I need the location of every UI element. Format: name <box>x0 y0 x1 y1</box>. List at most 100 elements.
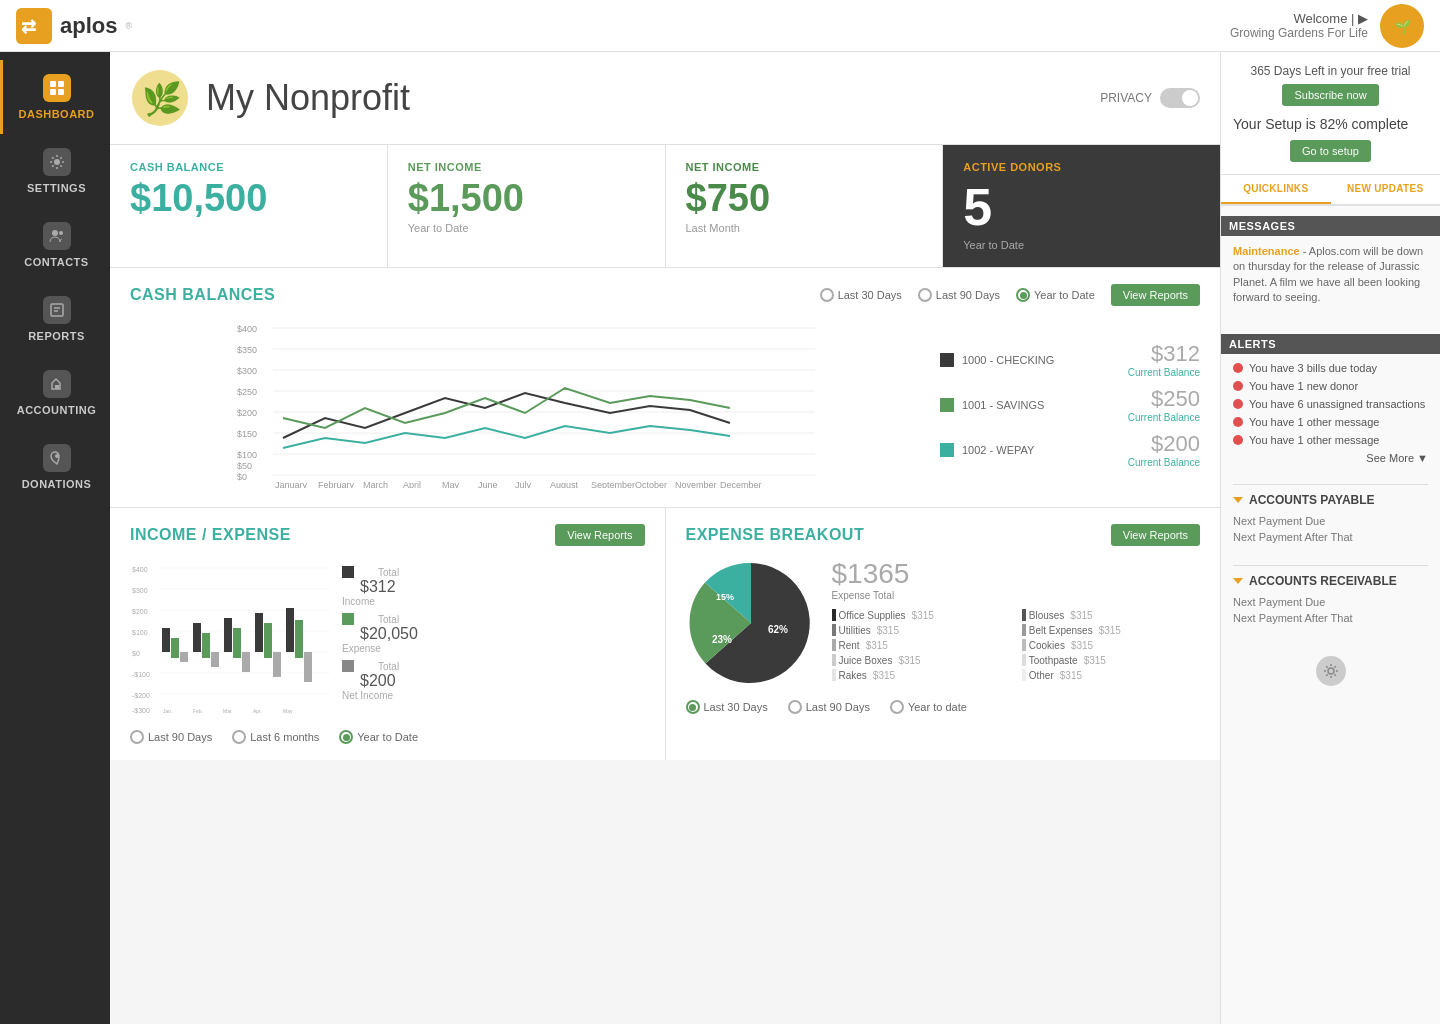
filter-last30[interactable]: Last 30 Days <box>820 288 902 302</box>
svg-text:$50: $50 <box>237 461 252 471</box>
filter-last90[interactable]: Last 90 Days <box>918 288 1000 302</box>
expense-filter-last30[interactable]: Last 30 Days <box>686 700 768 714</box>
svg-text:$300: $300 <box>132 587 148 594</box>
expense-item-6: Juice Boxes $315 <box>832 654 1010 666</box>
reports-icon <box>43 296 71 324</box>
trial-text: 365 Days Left in your free trial <box>1233 64 1428 78</box>
accounts-payable-title[interactable]: ACCOUNTS PAYABLE <box>1233 493 1428 507</box>
stat-donors-label: ACTIVE DONORS <box>963 161 1200 173</box>
sidebar-item-accounting[interactable]: ACCOUNTING <box>0 356 110 430</box>
income-radio-ytd <box>339 730 353 744</box>
message-link[interactable]: Maintenance <box>1233 245 1300 257</box>
accounts-receivable-title[interactable]: ACCOUNTS RECEIVABLE <box>1233 574 1428 588</box>
cash-balances-controls: Last 30 Days Last 90 Days Year to Date V… <box>820 284 1200 306</box>
privacy-toggle[interactable]: PRIVACY <box>1100 88 1200 108</box>
sidebar-item-dashboard[interactable]: DASHBOARD <box>0 60 110 134</box>
sidebar-reports-label: REPORTS <box>28 330 85 342</box>
expense-item-2: Utilities $315 <box>832 624 1010 636</box>
svg-rect-76 <box>304 652 312 682</box>
expense-filter-ytd[interactable]: Year to date <box>890 700 967 714</box>
see-more[interactable]: See More ▼ <box>1233 452 1428 464</box>
svg-text:May: May <box>442 480 460 488</box>
svg-text:Jan.: Jan. <box>163 708 172 714</box>
expense-details: $1365 Expense Total Office Supplies $315… <box>832 558 1201 681</box>
income-filter-last90[interactable]: Last 90 Days <box>130 730 212 744</box>
svg-text:May: May <box>283 708 293 714</box>
alert-dot-0 <box>1233 363 1243 373</box>
svg-rect-71 <box>255 613 263 652</box>
tab-row: QUICKLINKS NEW UPDATES <box>1221 175 1440 206</box>
account-checking-left: 1000 - CHECKING <box>940 353 1054 367</box>
account-wepay-left: 1002 - WEPAY <box>940 443 1034 457</box>
wepay-name: 1002 - WEPAY <box>962 444 1034 456</box>
svg-text:$100: $100 <box>237 450 257 460</box>
income-view-reports-btn[interactable]: View Reports <box>555 524 644 546</box>
filter-ytd[interactable]: Year to Date <box>1016 288 1095 302</box>
privacy-label: PRIVACY <box>1100 91 1152 105</box>
checking-balance: $312 <box>1128 341 1200 367</box>
svg-text:⇄: ⇄ <box>21 17 36 37</box>
income-filter-last6m[interactable]: Last 6 months <box>232 730 319 744</box>
sidebar-item-donations[interactable]: DONATIONS <box>0 430 110 504</box>
messages-section: MESSAGES Maintenance - Aplos.com will be… <box>1221 206 1440 324</box>
ap-next-after-row: Next Payment After That <box>1233 529 1428 545</box>
svg-point-8 <box>54 159 60 165</box>
pie-chart-svg: 62% 23% 15% <box>686 558 816 688</box>
income-header: INCOME / EXPENSE View Reports <box>130 524 645 546</box>
tab-new-updates[interactable]: NEW UPDATES <box>1331 175 1441 204</box>
go-setup-btn[interactable]: Go to setup <box>1290 140 1371 162</box>
ar-chevron-icon <box>1233 578 1243 584</box>
logo-area: ⇄ aplos ® <box>16 8 132 44</box>
sidebar-item-contacts[interactable]: CONTACTS <box>0 208 110 282</box>
svg-text:Apr.: Apr. <box>253 708 262 714</box>
svg-rect-63 <box>171 638 179 658</box>
svg-text:$400: $400 <box>237 324 257 334</box>
svg-point-85 <box>1328 668 1334 674</box>
svg-text:$0: $0 <box>132 650 140 657</box>
svg-text:$150: $150 <box>237 429 257 439</box>
svg-point-10 <box>59 231 63 235</box>
cash-chart-area: $400 $350 $300 $250 $200 $150 $100 $50 $… <box>130 318 1200 491</box>
svg-text:$100: $100 <box>132 629 148 636</box>
sidebar-item-settings[interactable]: SETTINGS <box>0 134 110 208</box>
right-panel: 365 Days Left in your free trial Subscri… <box>1220 52 1440 1024</box>
sidebar-donations-label: DONATIONS <box>22 478 92 490</box>
net-legend-color <box>342 660 354 672</box>
sidebar-item-reports[interactable]: REPORTS <box>0 282 110 356</box>
expense-item-5: Cookies $315 <box>1022 639 1200 651</box>
cash-balances-header: CASH BALANCES Last 30 Days Last 90 Days … <box>130 284 1200 306</box>
org-header-icon: 🌿 <box>130 68 190 128</box>
alert-dot-2 <box>1233 399 1243 409</box>
bottom-sections: INCOME / EXPENSE View Reports $400 $300 … <box>110 508 1220 760</box>
income-time-filters: Last 90 Days Last 6 months Year to Date <box>130 730 645 744</box>
expense-filter-last90[interactable]: Last 90 Days <box>788 700 870 714</box>
svg-text:-$300: -$300 <box>132 707 150 714</box>
savings-balance-label: Current Balance <box>1128 412 1200 423</box>
org-logo: 🌱 <box>1380 4 1424 48</box>
income-filter-ytd[interactable]: Year to Date <box>339 730 418 744</box>
savings-balance: $250 <box>1128 386 1200 412</box>
stat-donors-value: 5 <box>963 177 1200 237</box>
stats-row: CASH BALANCE $10,500 NET INCOME $1,500 Y… <box>110 145 1220 268</box>
svg-rect-4 <box>50 81 56 87</box>
gear-button[interactable] <box>1316 656 1346 686</box>
tab-quicklinks[interactable]: QUICKLINKS <box>1221 175 1331 204</box>
svg-point-15 <box>55 454 59 458</box>
ar-next-label: Next Payment Due <box>1233 596 1325 608</box>
expense-view-reports-btn[interactable]: View Reports <box>1111 524 1200 546</box>
org-name-header: Growing Gardens For Life <box>1230 26 1368 40</box>
svg-text:$250: $250 <box>237 387 257 397</box>
cash-view-reports-btn[interactable]: View Reports <box>1111 284 1200 306</box>
svg-text:Feb.: Feb. <box>193 708 203 714</box>
privacy-switch[interactable] <box>1160 88 1200 108</box>
svg-text:July: July <box>515 480 532 488</box>
savings-color <box>940 398 954 412</box>
svg-text:$350: $350 <box>237 345 257 355</box>
header-right: Welcome | ▶ Growing Gardens For Life 🌱 <box>1230 4 1424 48</box>
stat-netlm-sublabel: Last Month <box>686 222 923 234</box>
cash-balances-title: CASH BALANCES <box>130 286 275 304</box>
sidebar-dashboard-label: DASHBOARD <box>19 108 95 120</box>
subscribe-btn[interactable]: Subscribe now <box>1282 84 1378 106</box>
svg-text:April: April <box>403 480 421 488</box>
svg-rect-75 <box>295 620 303 658</box>
